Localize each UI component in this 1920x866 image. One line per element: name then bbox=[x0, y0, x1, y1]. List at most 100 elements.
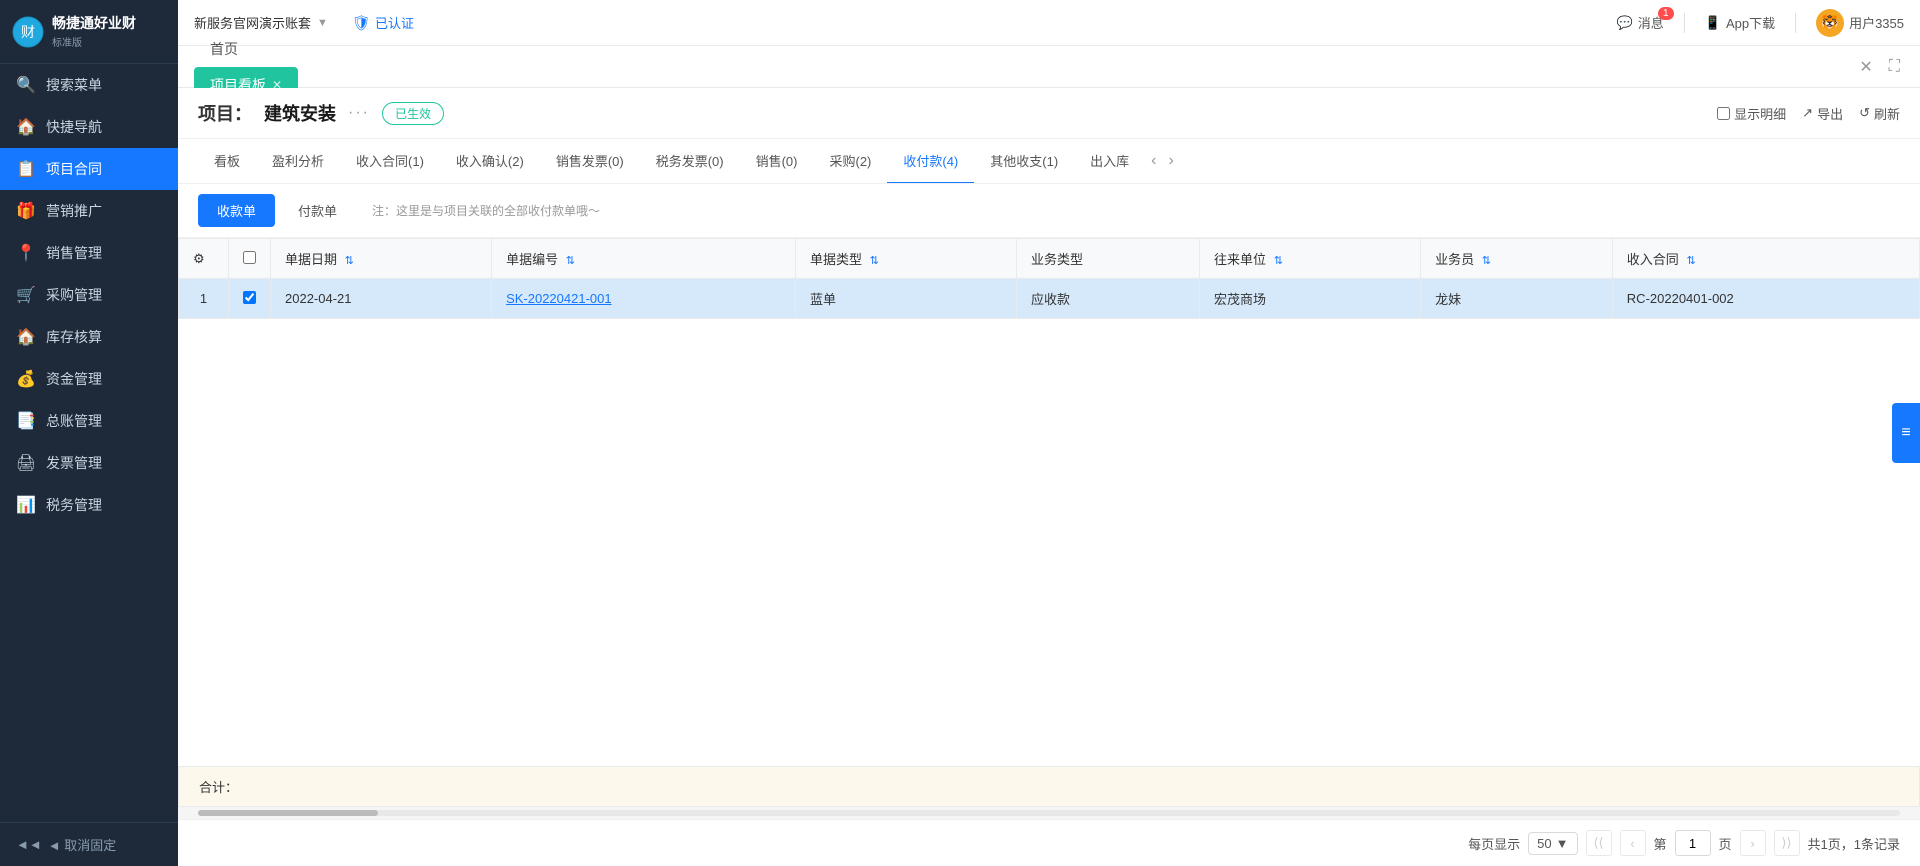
tab-close-1[interactable]: ✕ bbox=[272, 78, 282, 92]
messages-badge: 1 bbox=[1658, 7, 1674, 20]
show-detail-checkbox[interactable]: 显示明细 bbox=[1717, 104, 1786, 123]
nav-tab-2[interactable]: 收入合同(1) bbox=[340, 139, 440, 184]
sidebar-item-invoice[interactable]: 🖨 发票管理 bbox=[0, 442, 178, 484]
sidebar-item-ledger[interactable]: 📑 总账管理 bbox=[0, 400, 178, 442]
export-button[interactable]: ↗ 导出 bbox=[1802, 104, 1843, 123]
col-select-all[interactable] bbox=[229, 239, 271, 279]
next-page-button[interactable]: › bbox=[1740, 830, 1766, 856]
sidebar-label-quicknav: 快捷导航 bbox=[46, 117, 102, 137]
per-page-value: 50 bbox=[1537, 836, 1551, 851]
sidebar-icon-tax: 📊 bbox=[16, 495, 36, 515]
sort-code-icon: ⇅ bbox=[566, 255, 575, 267]
topbar-right: 💬 消息 1 📱 App下载 🐯 用户3355 bbox=[1617, 9, 1904, 37]
col-salesperson[interactable]: 业务员 ⇅ bbox=[1421, 239, 1613, 279]
first-page-button[interactable]: ⟨⟨ bbox=[1586, 830, 1612, 856]
sub-tab-1[interactable]: 付款单 bbox=[279, 194, 356, 227]
last-page-button[interactable]: ⟩⟩ bbox=[1774, 830, 1800, 856]
sidebar-label-sales: 销售管理 bbox=[46, 243, 102, 263]
page-number-input[interactable] bbox=[1675, 830, 1711, 856]
app-name: 畅捷通好业财 bbox=[52, 14, 136, 32]
settings-icon[interactable]: ⚙ bbox=[193, 251, 205, 266]
sidebar-item-tax[interactable]: 📊 税务管理 bbox=[0, 484, 178, 526]
unpin-button[interactable]: ◄◄ ◄ 取消固定 bbox=[0, 822, 178, 866]
nav-tab-5[interactable]: 税务发票(0) bbox=[640, 139, 740, 184]
row-code-0[interactable]: SK-20220421-001 bbox=[492, 279, 796, 319]
nav-tab-9[interactable]: 其他收支(1) bbox=[974, 139, 1074, 184]
refresh-label: 刷新 bbox=[1874, 104, 1900, 123]
row-code-link-0[interactable]: SK-20220421-001 bbox=[506, 291, 612, 306]
nav-tab-6[interactable]: 销售(0) bbox=[740, 139, 814, 184]
sidebar-item-search[interactable]: 🔍 搜索菜单 bbox=[0, 64, 178, 106]
per-page-select[interactable]: 50 ▼ bbox=[1528, 832, 1577, 855]
app-download-button[interactable]: 📱 App下载 bbox=[1705, 13, 1775, 32]
col-settings[interactable]: ⚙ bbox=[179, 239, 229, 279]
messages-button[interactable]: 💬 消息 1 bbox=[1617, 13, 1664, 32]
nav-tab-4[interactable]: 销售发票(0) bbox=[540, 139, 640, 184]
message-icon: 💬 bbox=[1617, 15, 1633, 31]
sidebar-item-project[interactable]: 📋 项目合同 bbox=[0, 148, 178, 190]
table-area: ⚙ 单据日期 ⇅ 单据编号 ⇅ bbox=[178, 238, 1920, 766]
col-type[interactable]: 单据类型 ⇅ bbox=[795, 239, 1016, 279]
horizontal-scrollbar-thumb[interactable] bbox=[198, 810, 378, 816]
project-prefix: 项目： bbox=[198, 100, 252, 126]
select-all-checkbox[interactable] bbox=[243, 251, 256, 264]
user-menu[interactable]: 🐯 用户3355 bbox=[1816, 9, 1904, 37]
col-date[interactable]: 单据日期 ⇅ bbox=[271, 239, 492, 279]
sidebar-label-inventory: 库存核算 bbox=[46, 327, 102, 347]
per-page-dropdown-icon: ▼ bbox=[1556, 836, 1569, 851]
nav-tabs-prev-arrow[interactable]: ‹ bbox=[1145, 152, 1162, 170]
nav-tab-3[interactable]: 收入确认(2) bbox=[440, 139, 540, 184]
col-code[interactable]: 单据编号 ⇅ bbox=[492, 239, 796, 279]
sidebar-item-purchase[interactable]: 🛒 采购管理 bbox=[0, 274, 178, 316]
sidebar-label-ledger: 总账管理 bbox=[46, 411, 102, 431]
sidebar-label-tax: 税务管理 bbox=[46, 495, 102, 515]
nav-tab-7[interactable]: 采购(2) bbox=[813, 139, 887, 184]
refresh-icon: ↺ bbox=[1859, 105, 1870, 121]
sidebar-item-quicknav[interactable]: 🏠 快捷导航 bbox=[0, 106, 178, 148]
refresh-button[interactable]: ↺ 刷新 bbox=[1859, 104, 1900, 123]
horizontal-scrollbar-track[interactable] bbox=[198, 810, 1900, 816]
svg-text:财: 财 bbox=[21, 24, 35, 40]
nav-tab-1[interactable]: 盈利分析 bbox=[256, 139, 340, 184]
sidebar-item-inventory[interactable]: 🏠 库存核算 bbox=[0, 316, 178, 358]
account-dropdown-icon: ▼ bbox=[317, 17, 328, 29]
sidebar-header: 财 畅捷通好业财 标准版 bbox=[0, 0, 178, 64]
nav-tab-10[interactable]: 出入库 bbox=[1074, 139, 1145, 184]
sidebar-item-finance[interactable]: 💰 资金管理 bbox=[0, 358, 178, 400]
maximize-window-button[interactable]: ⛶ bbox=[1885, 54, 1904, 80]
sub-tab-0[interactable]: 收款单 bbox=[198, 194, 275, 227]
nav-tab-8[interactable]: 收付款(4) bbox=[887, 139, 974, 184]
certified-badge: 🛡 已认证 bbox=[352, 13, 414, 32]
show-detail-input[interactable] bbox=[1717, 107, 1730, 120]
project-header-right: 显示明细 ↗ 导出 ↺ 刷新 bbox=[1717, 104, 1900, 123]
app-title-block: 畅捷通好业财 标准版 bbox=[52, 14, 136, 49]
right-edge-panel-button[interactable]: ≡ bbox=[1892, 403, 1920, 463]
sidebar-icon-invoice: 🖨 bbox=[16, 453, 36, 473]
topbar: 新服务官网演示账套 ▼ 🛡 已认证 💬 消息 1 📱 App下载 🐯 用户335… bbox=[178, 0, 1920, 46]
sidebar-icon-inventory: 🏠 bbox=[16, 327, 36, 347]
row-check-input-0[interactable] bbox=[243, 291, 256, 304]
col-partner[interactable]: 往来单位 ⇅ bbox=[1200, 239, 1421, 279]
row-salesperson-0: 龙妹 bbox=[1421, 279, 1613, 319]
sidebar-label-purchase: 采购管理 bbox=[46, 285, 102, 305]
close-window-button[interactable]: ✕ bbox=[1855, 53, 1876, 81]
sidebar-item-marketing[interactable]: 🎁 营销推广 bbox=[0, 190, 178, 232]
tab-首页[interactable]: 首页 bbox=[194, 31, 298, 67]
nav-tabs-next-arrow[interactable]: › bbox=[1163, 152, 1180, 170]
row-contract-0: RC-20220401-002 bbox=[1612, 279, 1919, 319]
sidebar-icon-purchase: 🛒 bbox=[16, 285, 36, 305]
pagination: 每页显示 50 ▼ ⟨⟨ ‹ 第 页 › ⟩⟩ 共1页，1条记录 bbox=[178, 819, 1920, 866]
main-content: 新服务官网演示账套 ▼ 🛡 已认证 💬 消息 1 📱 App下载 🐯 用户335… bbox=[178, 0, 1920, 866]
prev-page-button[interactable]: ‹ bbox=[1620, 830, 1646, 856]
sub-tab-hint: 注：这里是与项目关联的全部收付款单哦～ bbox=[372, 202, 600, 219]
show-detail-label: 显示明细 bbox=[1734, 104, 1786, 123]
row-checkbox-0[interactable] bbox=[229, 279, 271, 319]
sidebar-icon-quicknav: 🏠 bbox=[16, 117, 36, 137]
col-contract[interactable]: 收入合同 ⇅ bbox=[1612, 239, 1919, 279]
page-content: 项目： 建筑安装 ··· 已生效 显示明细 ↗ 导出 ↺ 刷新 bbox=[178, 88, 1920, 866]
nav-tab-0[interactable]: 看板 bbox=[198, 139, 256, 184]
project-more-button[interactable]: ··· bbox=[348, 104, 370, 122]
table-row[interactable]: 1 2022-04-21 SK-20220421-001 蓝单 应收款 宏茂商场… bbox=[179, 279, 1920, 319]
sidebar-item-sales[interactable]: 📍 销售管理 bbox=[0, 232, 178, 274]
account-selector[interactable]: 新服务官网演示账套 ▼ bbox=[194, 13, 328, 32]
